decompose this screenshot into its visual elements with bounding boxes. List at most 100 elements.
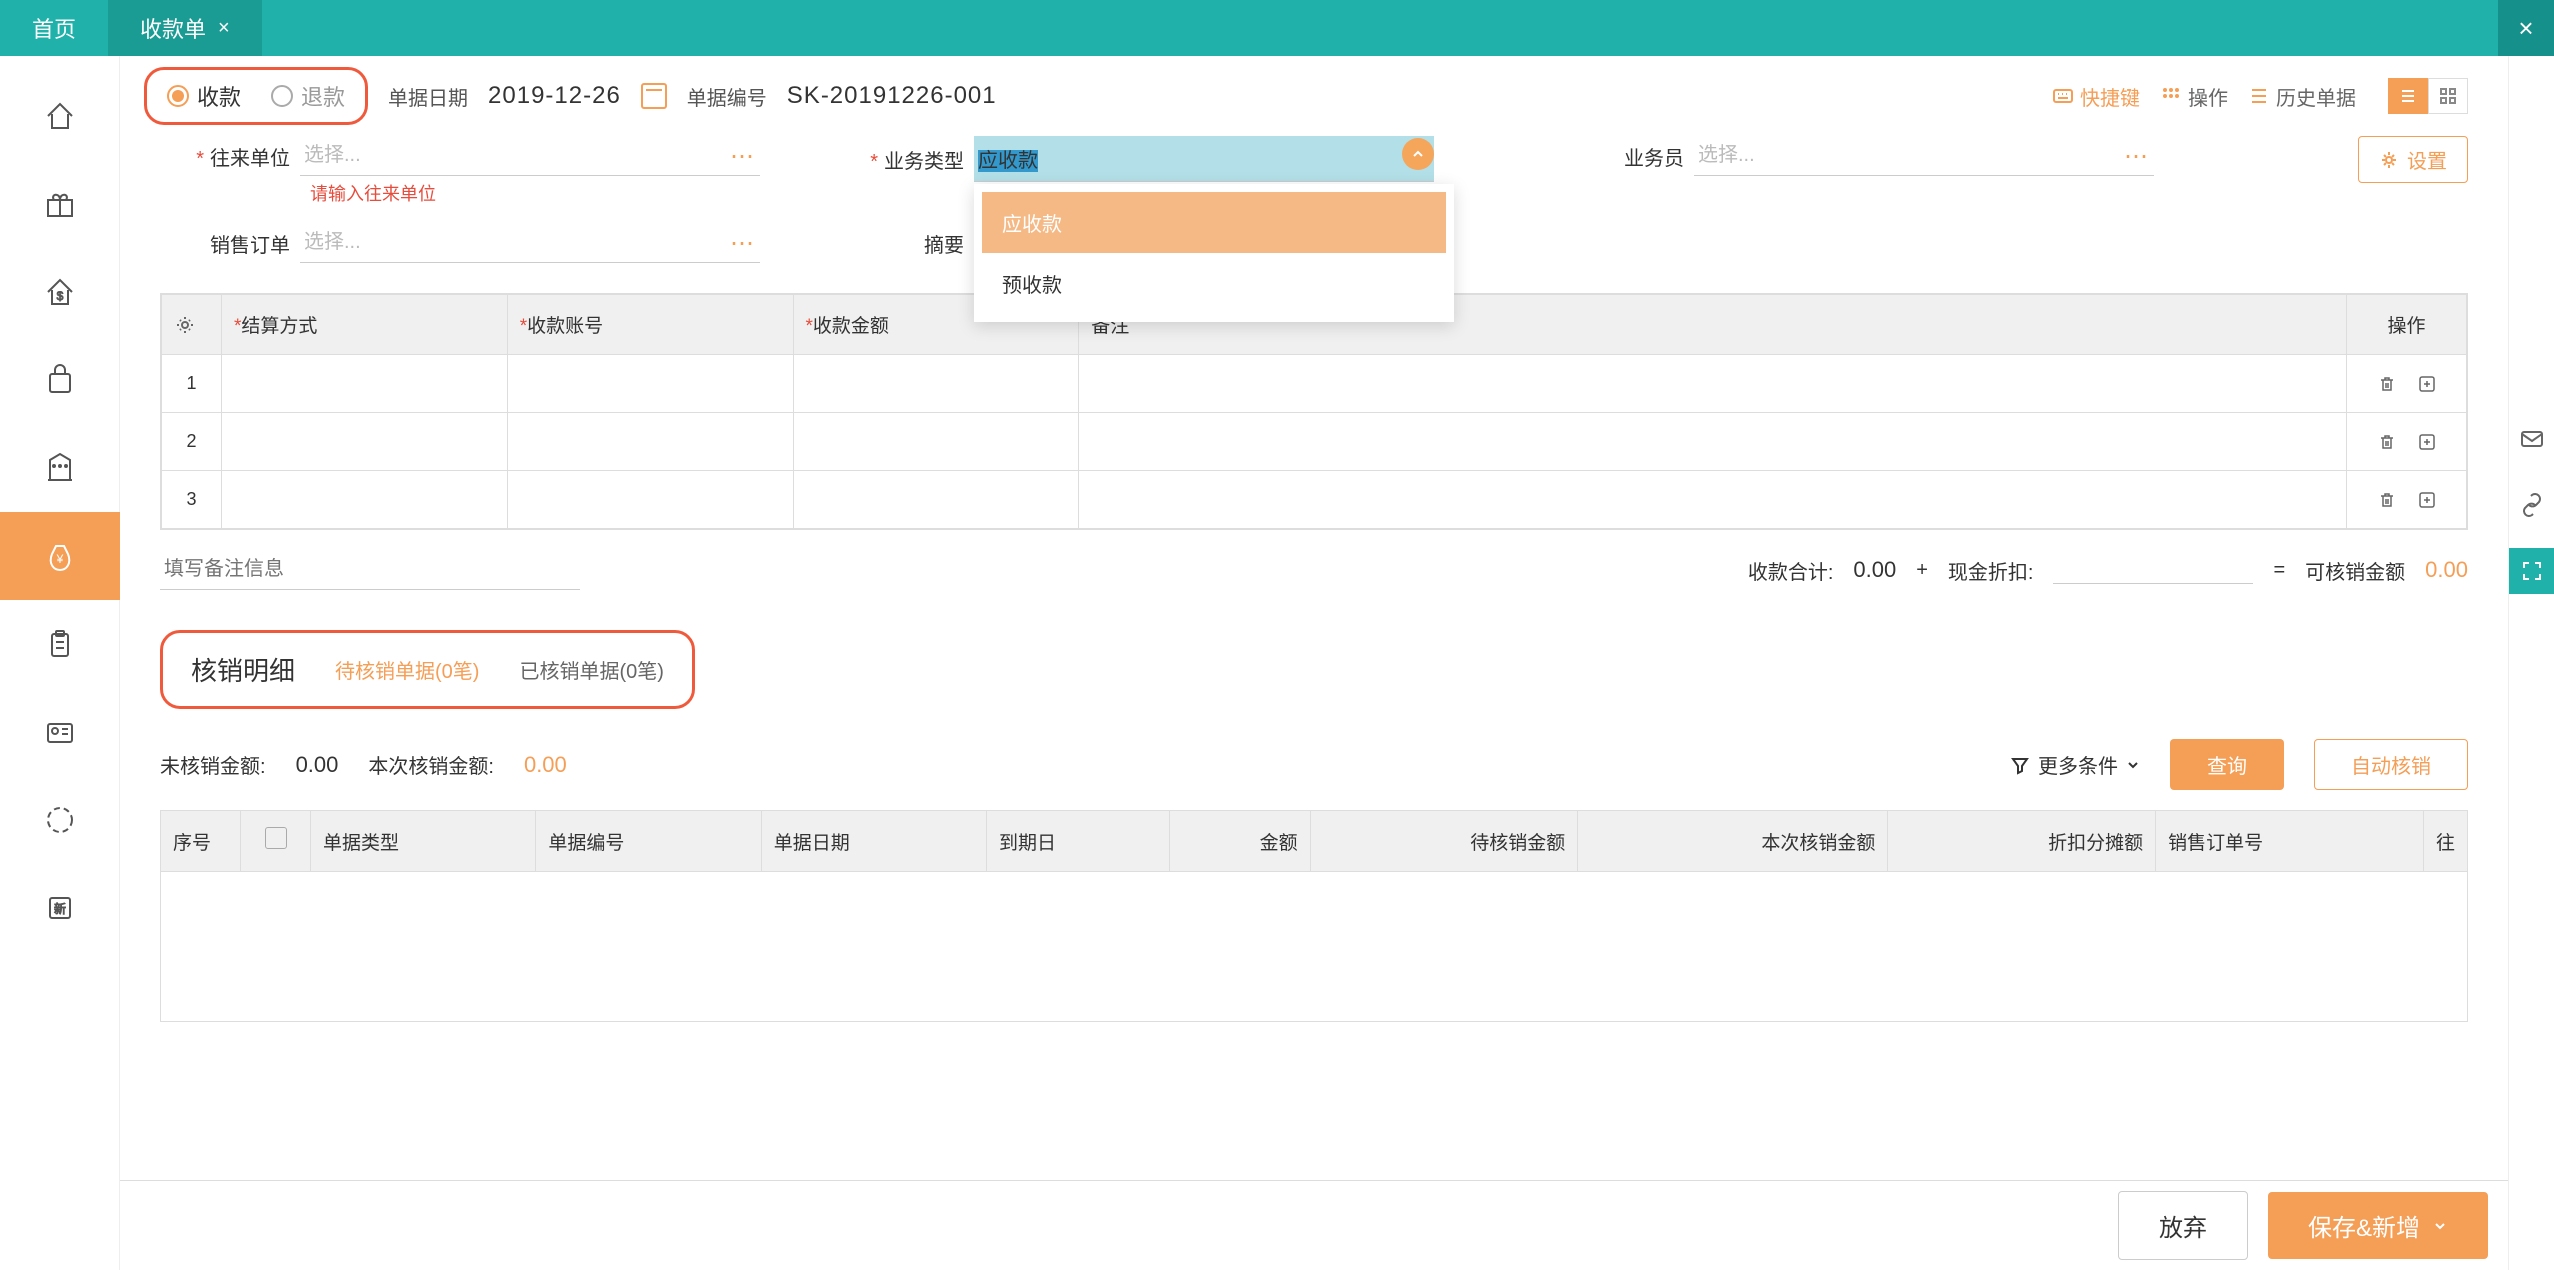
operate-link[interactable]: 操作 — [2160, 82, 2228, 111]
sidebar-money-bag-icon[interactable]: ¥ — [0, 512, 120, 600]
company-input[interactable] — [300, 136, 760, 176]
more-icon[interactable]: ⋯ — [730, 142, 754, 171]
empty-row — [161, 872, 2468, 1022]
sales-order-label: 销售订单 — [160, 229, 300, 258]
biz-type-field: *业务类型 应收款 应收款 预收款 — [834, 136, 1434, 182]
more-icon[interactable]: ⋯ — [2124, 142, 2148, 171]
company-field: *往来单位 ⋯ 请输入往来单位 — [160, 136, 754, 176]
number-value: SK-20191226-001 — [787, 82, 997, 110]
sidebar-building-icon[interactable] — [0, 424, 120, 512]
settings-label: 设置 — [2407, 145, 2447, 174]
amount-header: 金额 — [1170, 811, 1311, 872]
filter-icon — [2010, 755, 2030, 775]
close-icon[interactable]: × — [218, 17, 230, 40]
sidebar-gift-icon[interactable] — [0, 160, 120, 248]
cancel-button[interactable]: 放弃 — [2118, 1191, 2248, 1260]
form-toolbar: 收款 退款 单据日期 2019-12-26 单据编号 SK-20191226-0… — [120, 56, 2508, 136]
more-icon[interactable]: ⋯ — [730, 229, 754, 258]
tab-done[interactable]: 已核销单据(0笔) — [519, 655, 663, 684]
table-row[interactable]: 1 — [162, 355, 2467, 413]
sidebar-house-dollar-icon[interactable]: $ — [0, 248, 120, 336]
delete-icon[interactable] — [2377, 374, 2397, 394]
unwriteoff-label: 未核销金额: — [160, 750, 266, 779]
radio-receive[interactable]: 收款 — [167, 80, 241, 112]
history-link[interactable]: 历史单据 — [2248, 82, 2356, 111]
query-button[interactable]: 查询 — [2170, 739, 2284, 790]
checkbox-header[interactable] — [241, 811, 311, 872]
salesperson-field: 业务员 ⋯ — [1554, 136, 2148, 176]
salesperson-input[interactable] — [1694, 136, 2154, 176]
sidebar-home-icon[interactable] — [0, 72, 120, 160]
plus-sign: + — [1916, 559, 1928, 582]
due-header: 到期日 — [987, 811, 1170, 872]
detail-table: 序号 单据类型 单据编号 单据日期 到期日 金额 待核销金额 本次核销金额 折扣… — [160, 810, 2468, 1022]
calendar-icon[interactable] — [641, 83, 667, 109]
chevron-down-icon — [2126, 758, 2140, 772]
sales-order-input[interactable] — [300, 223, 760, 263]
row-number: 3 — [162, 471, 222, 529]
add-icon[interactable] — [2417, 432, 2437, 452]
date-value[interactable]: 2019-12-26 — [488, 82, 621, 110]
tab-home[interactable]: 首页 — [0, 0, 108, 56]
biz-type-dropdown: 应收款 预收款 — [974, 184, 1454, 322]
svg-text:¥: ¥ — [55, 552, 63, 566]
gear-column-header[interactable] — [162, 295, 222, 355]
salesperson-label: 业务员 — [1554, 142, 1694, 171]
grid-icon — [2160, 85, 2182, 107]
seq-header: 序号 — [161, 811, 241, 872]
tab-receipt-label: 收款单 — [140, 12, 206, 44]
add-icon[interactable] — [2417, 374, 2437, 394]
discount-input[interactable] — [2053, 556, 2253, 584]
row-number: 1 — [162, 355, 222, 413]
table-row[interactable]: 3 — [162, 471, 2467, 529]
svg-text:新: 新 — [53, 901, 65, 916]
biz-type-label: *业务类型 — [834, 145, 974, 174]
sidebar-id-card-icon[interactable] — [0, 688, 120, 776]
expand-icon[interactable] — [2509, 548, 2554, 594]
sidebar-loading-icon[interactable] — [0, 776, 120, 864]
save-and-new-button[interactable]: 保存&新增 — [2268, 1192, 2488, 1259]
save-label: 保存&新增 — [2308, 1208, 2420, 1243]
more-conditions-link[interactable]: 更多条件 — [2010, 750, 2140, 779]
current-writeoff-value: 0.00 — [524, 752, 567, 778]
link-icon[interactable] — [2509, 482, 2554, 528]
biz-type-input[interactable]: 应收款 — [974, 136, 1434, 182]
sidebar-bag-icon[interactable] — [0, 336, 120, 424]
sidebar-new-icon[interactable]: 新 — [0, 864, 120, 952]
detail-controls: 未核销金额: 0.00 本次核销金额: 0.00 更多条件 查询 自动核销 — [160, 709, 2468, 810]
tab-receipt[interactable]: 收款单 × — [108, 0, 262, 56]
sales-order-field: 销售订单 ⋯ — [160, 223, 754, 263]
view-list-button[interactable] — [2388, 78, 2428, 114]
top-tabs-bar: 首页 收款单 × × — [0, 0, 2554, 56]
add-icon[interactable] — [2417, 490, 2437, 510]
history-label: 历史单据 — [2276, 82, 2356, 111]
number-label: 单据编号 — [687, 82, 767, 111]
action-header: 操作 — [2347, 295, 2467, 355]
settings-button[interactable]: 设置 — [2358, 136, 2468, 183]
table-row[interactable]: 2 — [162, 413, 2467, 471]
footer-bar: 放弃 保存&新增 — [120, 1180, 2508, 1270]
list-icon — [2248, 85, 2270, 107]
auto-writeoff-button[interactable]: 自动核销 — [2314, 739, 2468, 790]
discount-header: 折扣分摊额 — [1888, 811, 2156, 872]
shortcut-link[interactable]: 快捷键 — [2052, 82, 2140, 111]
mail-icon[interactable] — [2509, 416, 2554, 462]
sidebar-clipboard-icon[interactable] — [0, 600, 120, 688]
window-close-button[interactable]: × — [2498, 0, 2554, 56]
delete-icon[interactable] — [2377, 432, 2397, 452]
view-grid-button[interactable] — [2428, 78, 2468, 114]
remark-input[interactable] — [160, 550, 580, 590]
radio-refund[interactable]: 退款 — [271, 80, 345, 112]
chevron-down-icon — [2432, 1218, 2448, 1234]
chevron-up-icon[interactable] — [1402, 138, 1434, 170]
view-toggle — [2388, 78, 2468, 114]
date-label: 单据日期 — [388, 82, 468, 111]
delete-icon[interactable] — [2377, 490, 2397, 510]
form-fields: *往来单位 ⋯ 请输入往来单位 *业务类型 应收款 应收款 预收款 — [120, 136, 2508, 263]
biz-option-receivable[interactable]: 应收款 — [982, 192, 1446, 253]
right-utility-strip — [2508, 56, 2554, 1270]
gear-icon — [2379, 150, 2399, 170]
current-header: 本次核销金额 — [1578, 811, 1888, 872]
tab-pending[interactable]: 待核销单据(0笔) — [335, 655, 479, 684]
biz-option-prereceive[interactable]: 预收款 — [982, 253, 1446, 314]
